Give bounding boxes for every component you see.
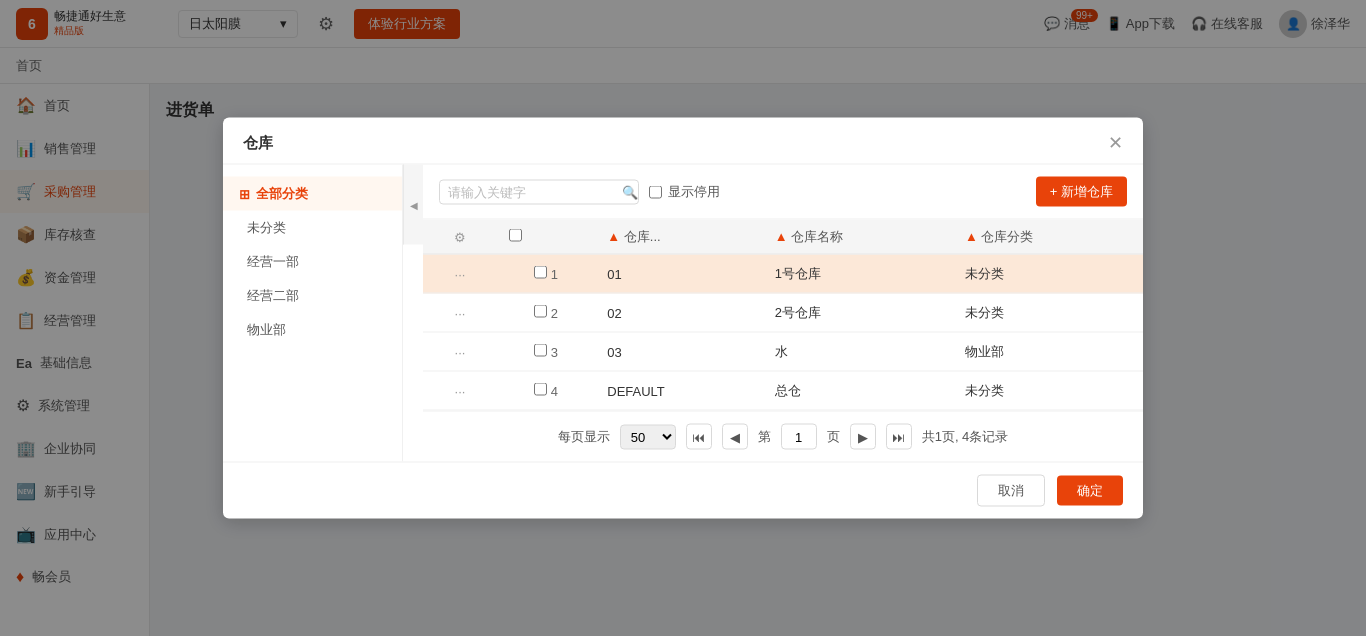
show-disabled-wrap: 显示停用 (649, 183, 720, 201)
row-category: 未分类 (953, 293, 1143, 332)
show-disabled-label: 显示停用 (668, 183, 720, 201)
total-label: 共1页, 4条记录 (922, 428, 1009, 446)
category-panel: ⊞ 全部分类 未分类 经营一部 经营二部 物业部 (223, 165, 403, 462)
modal-body: ⊞ 全部分类 未分类 经营一部 经营二部 物业部 ◀ 🔍 显示停用 (223, 165, 1143, 462)
ellipsis-icon[interactable]: ··· (455, 383, 466, 398)
pagination: 每页显示 50 20 100 ⏮ ◀ 第 页 ▶ ⏭ 共1页, 4条记录 (423, 411, 1143, 462)
row-category: 物业部 (953, 332, 1143, 371)
row-number: 1 (497, 254, 595, 293)
row-code: 03 (595, 332, 763, 371)
search-input[interactable] (448, 184, 616, 199)
search-input-wrap: 🔍 (439, 179, 639, 204)
ellipsis-icon[interactable]: ··· (455, 266, 466, 281)
row-checkbox[interactable] (534, 383, 547, 396)
modal-footer: 取消 确定 (223, 462, 1143, 519)
ellipsis-icon[interactable]: ··· (455, 305, 466, 320)
page-label: 第 (758, 428, 771, 446)
table-row[interactable]: ··· 3 03 水 物业部 (423, 332, 1143, 371)
last-page-button[interactable]: ⏭ (886, 424, 912, 450)
warehouse-modal: 仓库 ✕ ⊞ 全部分类 未分类 经营一部 经营二部 物业部 ◀ 🔍 (223, 118, 1143, 519)
row-code: DEFAULT (595, 371, 763, 410)
warehouse-table: ⚙ ▲ 仓库... ▲ 仓库名称 ▲ (423, 220, 1143, 411)
grid-icon: ⊞ (239, 186, 250, 201)
per-page-label: 每页显示 (558, 428, 610, 446)
category-item-unclassified[interactable]: 未分类 (223, 211, 402, 245)
per-page-select[interactable]: 50 20 100 (620, 424, 676, 449)
col-settings: ⚙ (423, 220, 497, 255)
row-name: 1号仓库 (763, 254, 953, 293)
first-page-button[interactable]: ⏮ (686, 424, 712, 450)
show-disabled-checkbox[interactable] (649, 185, 662, 198)
next-page-button[interactable]: ▶ (850, 424, 876, 450)
row-code: 02 (595, 293, 763, 332)
modal-close-button[interactable]: ✕ (1108, 132, 1123, 154)
row-actions[interactable]: ··· (423, 254, 497, 293)
page-input[interactable] (781, 424, 817, 450)
category-all-item[interactable]: ⊞ 全部分类 (223, 177, 402, 211)
modal-header: 仓库 ✕ (223, 118, 1143, 165)
row-checkbox[interactable] (534, 305, 547, 318)
category-item-dept2[interactable]: 经营二部 (223, 279, 402, 313)
table-row[interactable]: ··· 4 DEFAULT 总仓 未分类 (423, 371, 1143, 410)
row-name: 总仓 (763, 371, 953, 410)
category-item-property[interactable]: 物业部 (223, 313, 402, 347)
col-code-header[interactable]: ▲ 仓库... (595, 220, 763, 255)
col-name-header[interactable]: ▲ 仓库名称 (763, 220, 953, 255)
row-category: 未分类 (953, 371, 1143, 410)
row-actions[interactable]: ··· (423, 332, 497, 371)
table-row[interactable]: ··· 2 02 2号仓库 未分类 (423, 293, 1143, 332)
row-code: 01 (595, 254, 763, 293)
table-row[interactable]: ··· 1 01 1号仓库 未分类 (423, 254, 1143, 293)
modal-toolbar: 🔍 显示停用 + 新增仓库 (423, 165, 1143, 220)
col-category-header[interactable]: ▲ 仓库分类 (953, 220, 1143, 255)
row-number: 4 (497, 371, 595, 410)
category-all-label: 全部分类 (256, 185, 308, 203)
add-warehouse-button[interactable]: + 新增仓库 (1036, 177, 1127, 207)
row-number: 2 (497, 293, 595, 332)
row-name: 水 (763, 332, 953, 371)
cancel-button[interactable]: 取消 (977, 475, 1045, 507)
page-suffix: 页 (827, 428, 840, 446)
row-checkbox[interactable] (534, 266, 547, 279)
row-name: 2号仓库 (763, 293, 953, 332)
table-panel: 🔍 显示停用 + 新增仓库 ⚙ ▲ (423, 165, 1143, 462)
row-checkbox[interactable] (534, 344, 547, 357)
col-checkbox-header (497, 220, 595, 255)
row-number: 3 (497, 332, 595, 371)
row-actions[interactable]: ··· (423, 293, 497, 332)
modal-title: 仓库 (243, 133, 273, 152)
prev-page-button[interactable]: ◀ (722, 424, 748, 450)
chevron-left-icon: ◀ (410, 199, 418, 210)
row-actions[interactable]: ··· (423, 371, 497, 410)
row-category: 未分类 (953, 254, 1143, 293)
select-all-checkbox[interactable] (509, 229, 522, 242)
confirm-button[interactable]: 确定 (1057, 476, 1123, 506)
ellipsis-icon[interactable]: ··· (455, 344, 466, 359)
category-item-dept1[interactable]: 经营一部 (223, 245, 402, 279)
panel-collapse-button[interactable]: ◀ (403, 165, 423, 245)
search-icon: 🔍 (622, 184, 638, 199)
